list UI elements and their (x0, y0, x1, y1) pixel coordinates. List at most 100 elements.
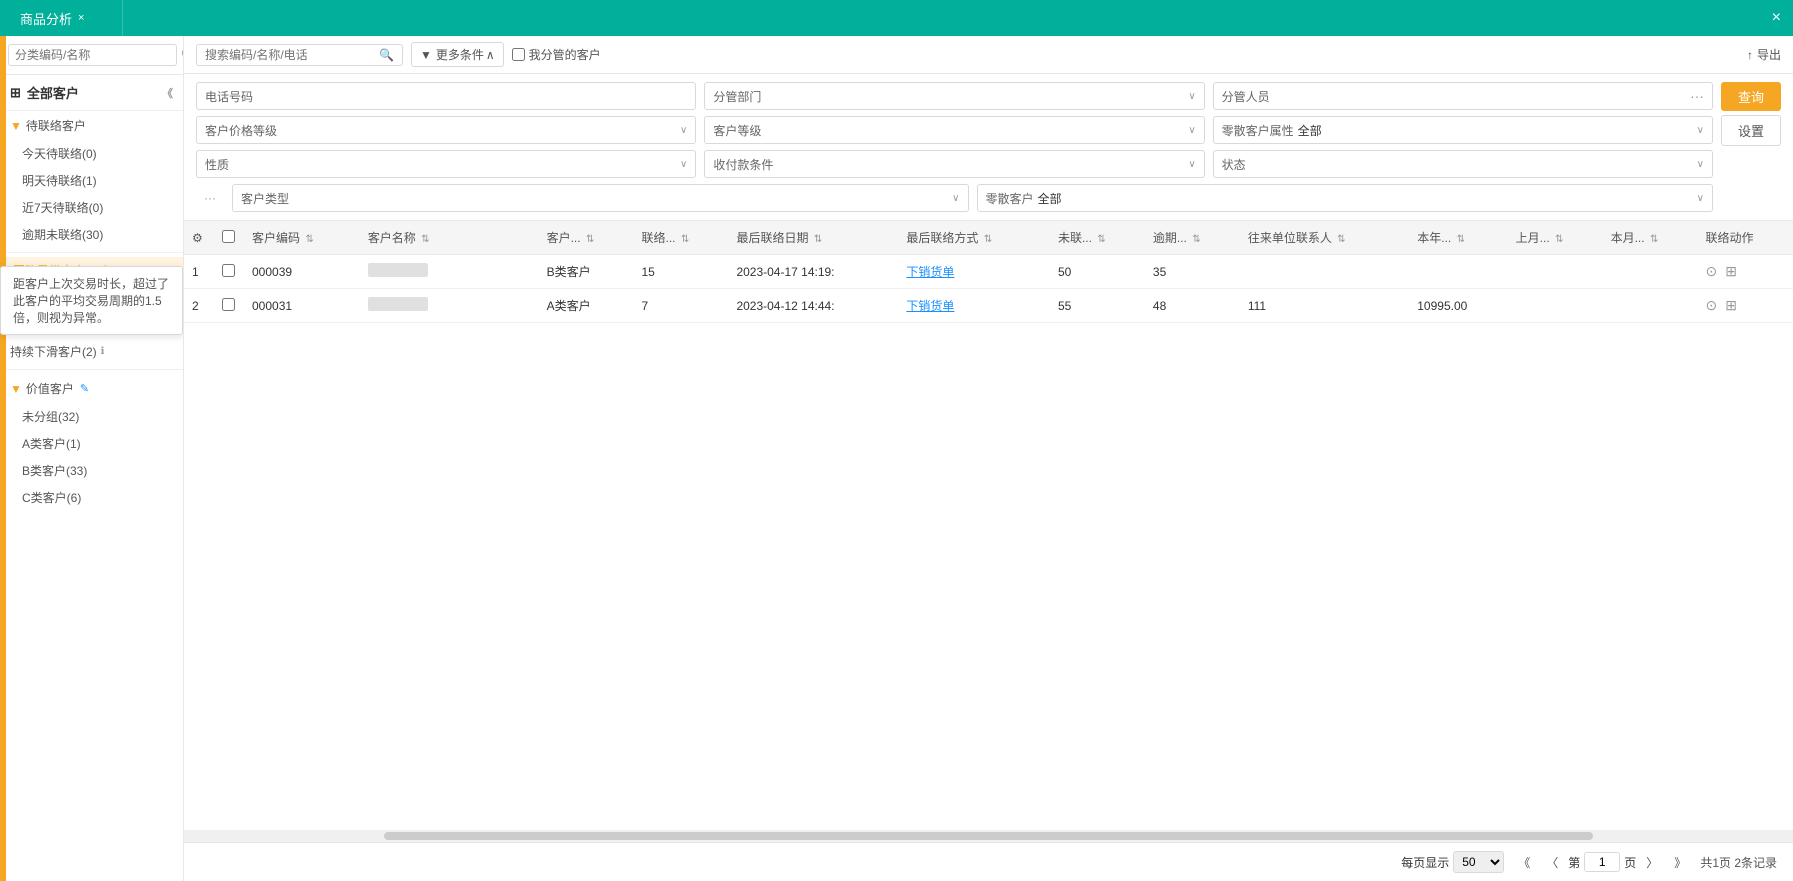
filter-customer-type[interactable]: 客户类型 ∨ (232, 184, 969, 212)
tooltip-box: 距客户上次交易时长，超过了此客户的平均交易周期的1.5倍，则视为异常。 (0, 266, 183, 335)
sidebar-item-tomorrow[interactable]: 明天待联络(1) (0, 167, 183, 194)
pagination-bar: 每页显示 20 50 100 200 《 〈 第 页 〉 》 共1页 2条记录 (184, 842, 1793, 881)
sidebar-item-overdue[interactable]: 逾期未联络(30) (0, 221, 183, 248)
filter-search-box[interactable]: 🔍 (196, 44, 403, 66)
sidebar-group-waiting[interactable]: ▼ 待联络客户 (0, 111, 183, 140)
row-last-method[interactable]: 下销货单 (898, 289, 1050, 323)
filter-price-level[interactable]: 客户价格等级 ∨ (196, 116, 696, 144)
page-number-input[interactable] (1584, 852, 1620, 872)
horizontal-scrollbar[interactable] (184, 830, 1793, 842)
filter-dept-arrow: ∨ (1188, 91, 1195, 102)
filter-price-level-label: 客户价格等级 (205, 122, 676, 139)
col-code[interactable]: 客户编码 ⇅ (244, 221, 360, 255)
row-last-method[interactable]: 下销货单 (898, 255, 1050, 289)
export-button[interactable]: ↑ 导出 (1747, 46, 1781, 63)
first-page-button[interactable]: 《 (1512, 852, 1536, 873)
more-action-icon[interactable]: ⊞ (1725, 263, 1737, 280)
row-checkbox-input[interactable] (222, 264, 235, 277)
col-name[interactable]: 客户名称 ⇅ (360, 221, 539, 255)
filter-payment[interactable]: 收付款条件 ∨ (704, 150, 1204, 178)
col-this-year[interactable]: 本年... ⇅ (1409, 221, 1507, 255)
row-last-method-link[interactable]: 下销货单 (906, 265, 954, 279)
sidebar-item-declining[interactable]: 持续下滑客户(2) ℹ (0, 338, 183, 365)
row-actions[interactable]: ⊙⊞ (1698, 255, 1793, 289)
filter-status[interactable]: 状态 ∨ (1213, 150, 1713, 178)
sidebar-search-area: 🔍 (0, 36, 183, 75)
nav-tab-商品分析[interactable]: 商品分析× (8, 0, 123, 36)
next-page-button[interactable]: 〉 (1640, 852, 1664, 873)
filter-person-label: 分管人员 (1222, 88, 1686, 105)
contact-action-icon[interactable]: ⊙ (1706, 297, 1718, 314)
sidebar-group-value[interactable]: ▼ 价值客户 ✎ (0, 374, 183, 403)
filter-more-dots[interactable]: ··· (196, 191, 224, 205)
close-all-tabs-button[interactable]: × (1772, 9, 1781, 27)
filter-search-input[interactable] (205, 48, 375, 62)
filter-customer-level[interactable]: 客户等级 ∨ (704, 116, 1204, 144)
sidebar: 🔍 ⊞ 全部客户 《 ▼ 待联络客户 今天待联络(0) 明天待联络(1) 近7天… (0, 36, 184, 881)
more-conditions-button[interactable]: ▼ 更多条件 ∧ (411, 42, 504, 67)
filter-person[interactable]: 分管人员 ··· (1213, 82, 1713, 110)
col-contact2[interactable]: 往来单位联系人 ⇅ (1240, 221, 1409, 255)
sidebar-item-classB[interactable]: B类客户(33) (0, 457, 183, 484)
edit-groups-icon[interactable]: ✎ (80, 382, 89, 395)
row-last-month (1508, 255, 1603, 289)
per-page-select[interactable]: 20 50 100 200 (1453, 851, 1504, 873)
table-row: 2000031A类客户72023-04-12 14:44:下销货单5548111… (184, 289, 1793, 323)
all-customers-icon: ⊞ (10, 85, 21, 101)
filter-row-3: 性质 ∨ 收付款条件 ∨ 状态 ∨ (196, 150, 1713, 178)
filter-retail-customer[interactable]: 零散客户 全部 ∨ (977, 184, 1714, 212)
filter-search-icon[interactable]: 🔍 (379, 48, 394, 62)
row-overdue: 48 (1145, 289, 1240, 323)
settings-button[interactable]: 设置 (1721, 115, 1781, 146)
col-settings[interactable]: ⚙ (184, 221, 214, 255)
sidebar-item-ungrouped[interactable]: 未分组(32) (0, 403, 183, 430)
col-action: 联络动作 (1698, 221, 1793, 255)
filter-nature[interactable]: 性质 ∨ (196, 150, 696, 178)
col-last-date[interactable]: 最后联络日期 ⇅ (728, 221, 898, 255)
col-last-method[interactable]: 最后联络方式 ⇅ (898, 221, 1050, 255)
row-checkbox[interactable] (214, 289, 244, 323)
col-type[interactable]: 客户... ⇅ (539, 221, 634, 255)
sidebar-collapse-icon[interactable]: 《 (162, 85, 173, 101)
sidebar-item-classC[interactable]: C类客户(6) (0, 484, 183, 511)
h-scroll-thumb[interactable] (384, 832, 1593, 840)
col-contact-count[interactable]: 联络... ⇅ (634, 221, 729, 255)
row-actions[interactable]: ⊙⊞ (1698, 289, 1793, 323)
my-customers-check[interactable] (512, 48, 525, 61)
data-table: ⚙ 客户编码 ⇅ 客户名称 ⇅ 客户... ⇅ 联络... ⇅ 最后联络日期 ⇅… (184, 221, 1793, 323)
total-records-label: 共1页 2条记录 (1700, 854, 1777, 871)
main-layout: 🔍 ⊞ 全部客户 《 ▼ 待联络客户 今天待联络(0) 明天待联络(1) 近7天… (0, 36, 1793, 881)
last-page-button[interactable]: 》 (1668, 852, 1692, 873)
select-all-checkbox[interactable] (222, 230, 235, 243)
sidebar-item-today[interactable]: 今天待联络(0) (0, 140, 183, 167)
sidebar-item-classA[interactable]: A类客户(1) (0, 430, 183, 457)
filter-person-dots[interactable]: ··· (1690, 88, 1704, 104)
my-customers-checkbox[interactable]: 我分管的客户 (512, 46, 601, 63)
row-name (360, 255, 539, 289)
col-last-month[interactable]: 上月... ⇅ (1508, 221, 1603, 255)
row-checkbox[interactable] (214, 255, 244, 289)
advanced-filter-panel: 电话号码 分管部门 ∨ 分管人员 ··· (184, 74, 1793, 221)
query-button[interactable]: 查询 (1721, 82, 1781, 111)
per-page-control: 每页显示 20 50 100 200 (1401, 851, 1504, 873)
filter-icon: ▼ (420, 48, 432, 62)
col-this-month[interactable]: 本月... ⇅ (1603, 221, 1698, 255)
filter-retail-attr[interactable]: 零散客户属性 全部 ∨ (1213, 116, 1713, 144)
all-customers-header[interactable]: ⊞ 全部客户 《 (0, 75, 183, 111)
filter-retail-attr-value: 全部 (1298, 122, 1322, 139)
contact-action-icon[interactable]: ⊙ (1706, 263, 1718, 280)
close-tab-icon[interactable]: × (78, 12, 84, 24)
row-last-date: 2023-04-12 14:44: (728, 289, 898, 323)
filter-dept[interactable]: 分管部门 ∨ (704, 82, 1204, 110)
prev-page-button[interactable]: 〈 (1540, 852, 1564, 873)
table-header-row: ⚙ 客户编码 ⇅ 客户名称 ⇅ 客户... ⇅ 联络... ⇅ 最后联络日期 ⇅… (184, 221, 1793, 255)
filter-phone[interactable]: 电话号码 (196, 82, 696, 110)
col-overdue[interactable]: 逾期... ⇅ (1145, 221, 1240, 255)
more-action-icon[interactable]: ⊞ (1725, 297, 1737, 314)
row-last-method-link[interactable]: 下销货单 (906, 299, 954, 313)
row-checkbox-input[interactable] (222, 298, 235, 311)
sidebar-search-input[interactable] (8, 44, 177, 66)
row-name (360, 289, 539, 323)
col-uncontacted[interactable]: 未联... ⇅ (1050, 221, 1145, 255)
sidebar-item-7days[interactable]: 近7天待联络(0) (0, 194, 183, 221)
